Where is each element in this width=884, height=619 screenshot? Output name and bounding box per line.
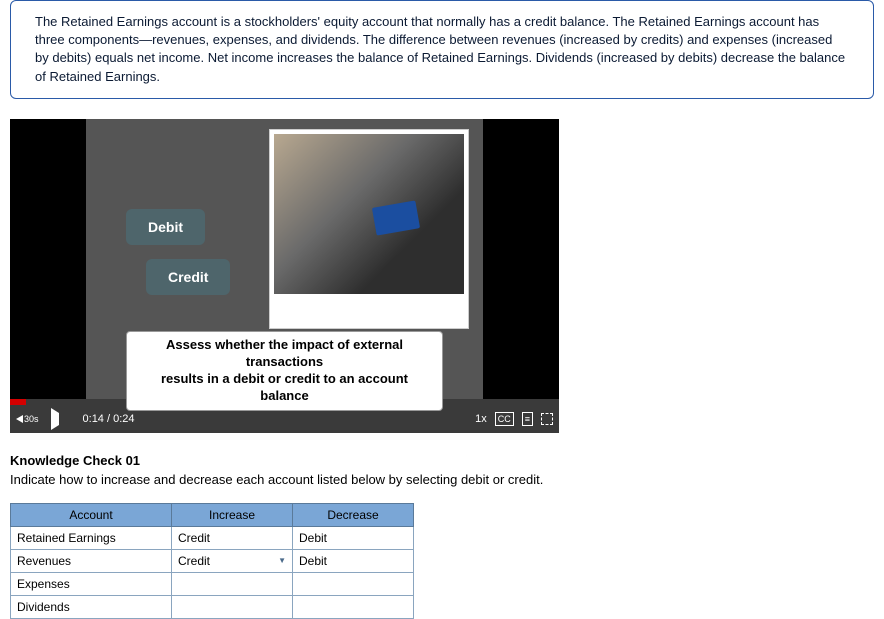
slide-photo	[269, 129, 469, 329]
debit-button[interactable]: Debit	[126, 209, 205, 245]
slide-caption: Assess whether the impact of external tr…	[126, 331, 443, 411]
knowledge-check-table: Account Increase Decrease Retained Earni…	[10, 503, 414, 619]
speed-button[interactable]: 1x	[475, 413, 487, 425]
col-decrease: Decrease	[293, 503, 414, 526]
increase-select[interactable]: Credit	[172, 526, 293, 549]
video-player: Debit Credit Assess whether the impact o…	[10, 119, 559, 433]
table-row: Retained Earnings Credit Debit	[11, 526, 414, 549]
caption-line-2: results in a debit or credit to an accou…	[137, 371, 432, 405]
account-cell: Retained Earnings	[11, 526, 172, 549]
col-account: Account	[11, 503, 172, 526]
decrease-select[interactable]: Debit	[293, 549, 414, 572]
table-header-row: Account Increase Decrease	[11, 503, 414, 526]
account-cell: Expenses	[11, 572, 172, 595]
info-box: The Retained Earnings account is a stock…	[10, 0, 874, 99]
play-button[interactable]	[51, 413, 59, 425]
credit-button[interactable]: Credit	[146, 259, 230, 295]
rewind-30s-button[interactable]: 30s	[16, 414, 39, 424]
fullscreen-button[interactable]	[541, 413, 553, 425]
account-cell: Dividends	[11, 595, 172, 618]
credit-card-graphic	[372, 200, 420, 235]
col-increase: Increase	[172, 503, 293, 526]
table-row: Revenues Credit▼ Debit	[11, 549, 414, 572]
play-icon	[51, 408, 59, 430]
increase-select[interactable]	[172, 572, 293, 595]
knowledge-check-title: Knowledge Check 01	[10, 453, 874, 468]
cc-button[interactable]: CC	[495, 412, 514, 426]
increase-select[interactable]	[172, 595, 293, 618]
decrease-select[interactable]: Debit	[293, 526, 414, 549]
chevron-down-icon: ▼	[278, 556, 286, 565]
time-display: 0:14 / 0:24	[83, 413, 135, 425]
decrease-select[interactable]	[293, 572, 414, 595]
video-stage[interactable]: Debit Credit Assess whether the impact o…	[10, 119, 559, 399]
caption-line-1: Assess whether the impact of external tr…	[137, 337, 432, 371]
knowledge-check-prompt: Indicate how to increase and decrease ea…	[10, 472, 874, 487]
increase-select[interactable]: Credit▼	[172, 549, 293, 572]
transcript-button[interactable]: ≡	[522, 412, 533, 426]
table-row: Expenses	[11, 572, 414, 595]
table-row: Dividends	[11, 595, 414, 618]
account-cell: Revenues	[11, 549, 172, 572]
decrease-select[interactable]	[293, 595, 414, 618]
